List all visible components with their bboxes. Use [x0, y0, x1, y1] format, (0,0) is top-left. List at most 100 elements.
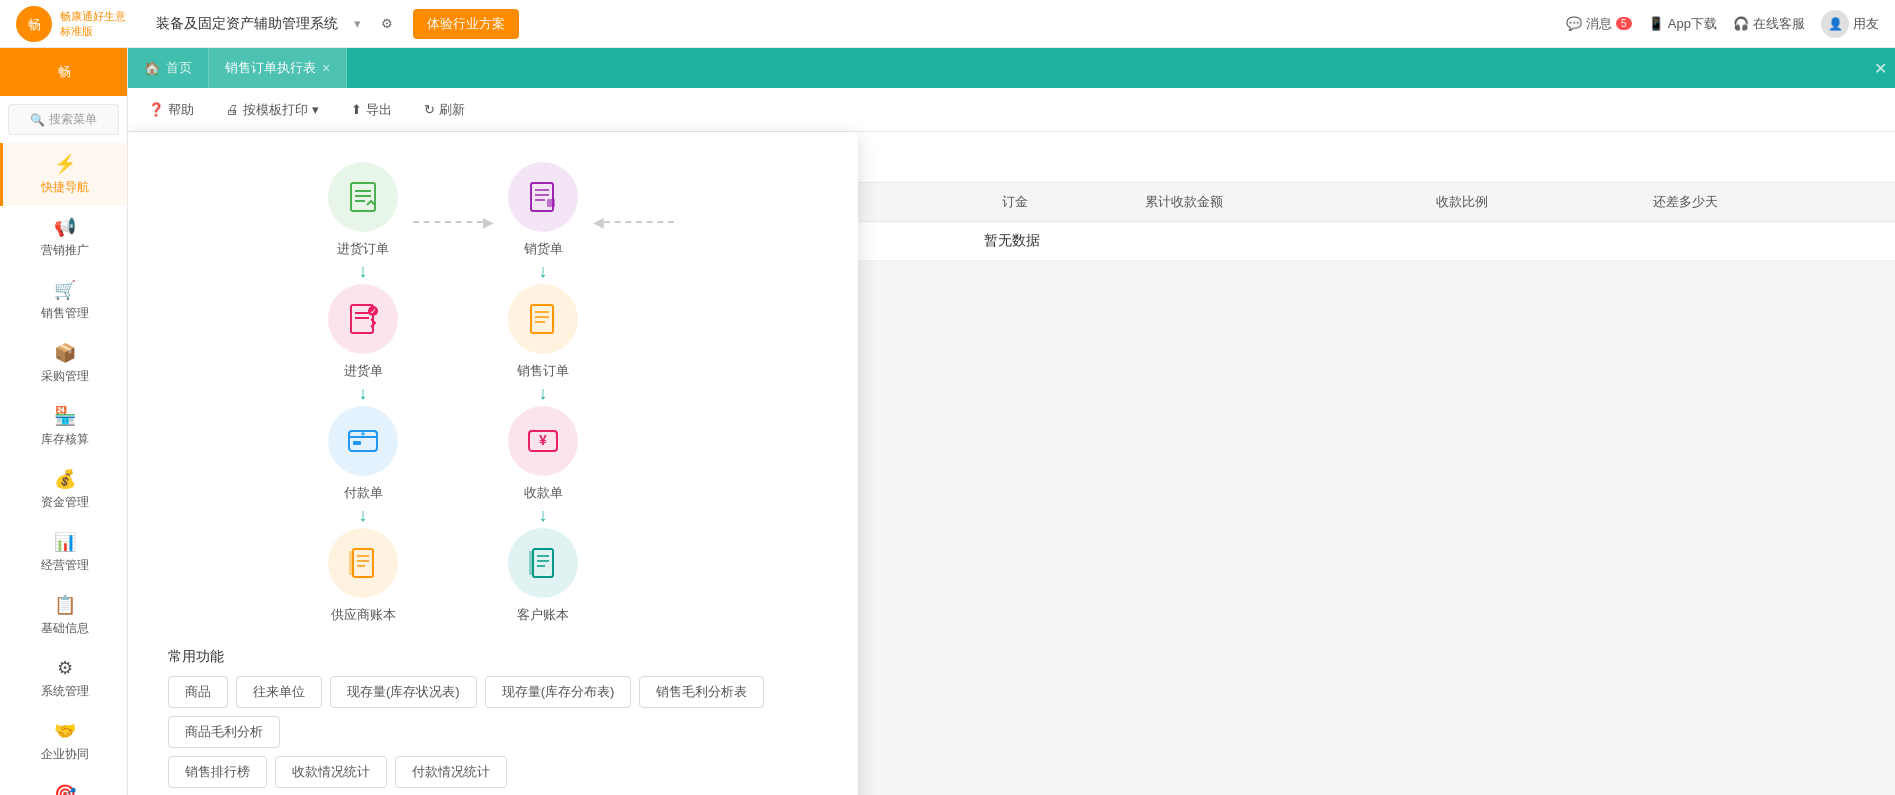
purchase-icon: 📦 [54, 342, 76, 364]
sidebar-item-guide[interactable]: 🎯 新手引导 [0, 773, 127, 795]
experience-button[interactable]: 体验行业方案 [413, 9, 519, 39]
svg-rect-15 [353, 441, 361, 445]
common-functions: 常用功能 商品 往来单位 现存量(库存状况表) 现存量(库存分布表) 销售毛利分… [168, 648, 818, 788]
arrow-down-1: ↓ [359, 262, 368, 280]
purchase-bill-icon[interactable]: ✓ [328, 284, 398, 354]
sidebar-item-quick-nav[interactable]: ⚡ 快捷导航 [0, 143, 127, 206]
func-btn-payment-stats[interactable]: 付款情况统计 [395, 756, 507, 788]
sidebar-item-inventory[interactable]: 🏪 库存核算 [0, 395, 127, 458]
col-total-received: 累计收款金额 [1133, 183, 1424, 222]
logo-area: 畅 畅康通好生意 标准版 [16, 6, 144, 42]
help-button[interactable]: ❓ 帮助 [140, 97, 202, 123]
supplier-ledger-icon[interactable] [328, 528, 398, 598]
phone-icon: 📱 [1648, 16, 1664, 31]
export-button[interactable]: ⬆ 导出 [343, 97, 400, 123]
func-btn-sales-margin[interactable]: 销售毛利分析表 [639, 676, 764, 708]
svg-rect-26 [547, 199, 555, 207]
app-container: 畅 畅康通好生意 标准版 装备及固定资产辅助管理系统 ▾ ⚙ 体验行业方案 💬 … [0, 0, 1895, 795]
common-functions-title: 常用功能 [168, 648, 818, 666]
main-content: ❓ 帮助 🖨 按模板打印 ▾ ⬆ 导出 ↻ 刷新 [128, 88, 1895, 795]
svg-rect-33 [533, 549, 553, 577]
receipt-icon[interactable]: ¥ [508, 406, 578, 476]
svg-rect-37 [529, 551, 533, 575]
sidebar-item-sales[interactable]: 🛒 销售管理 [0, 269, 127, 332]
flow-node-sales-order[interactable]: 销售订单 [493, 284, 593, 380]
svg-text:¥: ¥ [359, 428, 366, 438]
flow-node-payment[interactable]: ¥ 付款单 [313, 406, 413, 502]
flow-node-supplier-ledger[interactable]: 供应商账本 [313, 528, 413, 624]
top-bar-right: 💬 消息 5 📱 App下载 🎧 在线客服 👤 用友 [1566, 10, 1879, 38]
arrow-down-4: ↓ [539, 262, 548, 280]
sidebar-item-system[interactable]: ⚙ 系统管理 [0, 647, 127, 710]
func-btn-sales-ranking[interactable]: 销售排行榜 [168, 756, 267, 788]
func-buttons-row2: 销售排行榜 收款情况统计 付款情况统计 [168, 756, 818, 788]
sales-icon: 🛒 [54, 279, 76, 301]
flow-node-purchase-order[interactable]: 进货订单 [313, 162, 413, 258]
search-menu-button[interactable]: 🔍 搜索菜单 [8, 104, 119, 135]
arrow-down-3: ↓ [359, 506, 368, 524]
func-btn-inventory-status[interactable]: 现存量(库存状况表) [330, 676, 477, 708]
user-avatar: 👤 [1821, 10, 1849, 38]
print-dropdown-icon: ▾ [312, 102, 319, 117]
func-buttons-row1: 商品 往来单位 现存量(库存状况表) 现存量(库存分布表) 销售毛利分析表 商品… [168, 676, 818, 748]
sidebar-item-finance[interactable]: 💰 资金管理 [0, 458, 127, 521]
tab-close-icon[interactable]: × [322, 60, 330, 76]
app-download-item[interactable]: 📱 App下载 [1648, 15, 1717, 33]
func-btn-receipt-stats[interactable]: 收款情况统计 [275, 756, 387, 788]
func-btn-inventory-dist[interactable]: 现存量(库存分布表) [485, 676, 632, 708]
close-all-tabs-icon[interactable]: ✕ [1874, 59, 1887, 78]
sidebar-search: 🔍 搜索菜单 [0, 96, 127, 143]
svg-text:畅: 畅 [57, 64, 70, 79]
sidebar-item-marketing[interactable]: 📢 营销推广 [0, 206, 127, 269]
sales-order-icon[interactable] [508, 284, 578, 354]
sales-bill-icon[interactable] [508, 162, 578, 232]
customer-ledger-icon[interactable] [508, 528, 578, 598]
sidebar-item-operations[interactable]: 📊 经营管理 [0, 521, 127, 584]
sidebar-nav: ⚡ 快捷导航 📢 营销推广 🛒 销售管理 📦 采购管理 🏪 库存核算 [0, 143, 127, 795]
print-icon: 🖨 [226, 102, 239, 117]
col-deposit: 订金 [990, 183, 1133, 222]
sidebar-logo: 畅 [0, 48, 127, 96]
sidebar-item-enterprise[interactable]: 🤝 企业协同 [0, 710, 127, 773]
main-area: 畅 🔍 搜索菜单 ⚡ 快捷导航 📢 营销推广 🛒 [0, 48, 1895, 795]
message-badge: 5 [1616, 17, 1632, 30]
guide-icon: 🎯 [54, 783, 76, 795]
logo-icon: 畅 [16, 6, 52, 42]
arrow-down-2: ↓ [359, 384, 368, 402]
tab-home[interactable]: 🏠 首页 [128, 48, 209, 88]
content-area: 🏠 首页 销售订单执行表 × ✕ ❓ 帮助 [128, 48, 1895, 795]
svg-rect-27 [531, 305, 553, 333]
tab-bar-end: ✕ [1874, 48, 1895, 88]
top-bar-left: 畅 畅康通好生意 标准版 装备及固定资产辅助管理系统 ▾ ⚙ 体验行业方案 [16, 6, 519, 42]
sidebar-item-purchase[interactable]: 📦 采购管理 [0, 332, 127, 395]
sidebar-item-basic[interactable]: 📋 基础信息 [0, 584, 127, 647]
user-item[interactable]: 👤 用友 [1821, 10, 1879, 38]
message-item[interactable]: 💬 消息 5 [1566, 15, 1632, 33]
message-icon: 💬 [1566, 16, 1582, 31]
settings-icon[interactable]: ⚙ [373, 10, 401, 38]
func-btn-partner[interactable]: 往来单位 [236, 676, 322, 708]
flow-node-purchase-bill[interactable]: ✓ 进货单 [313, 284, 413, 380]
enterprise-icon: 🤝 [54, 720, 76, 742]
logo-text: 畅康通好生意 标准版 [60, 9, 126, 38]
func-btn-product[interactable]: 商品 [168, 676, 228, 708]
col-receipt-ratio: 收款比例 [1424, 183, 1641, 222]
flow-node-customer-ledger[interactable]: 客户账本 [493, 528, 593, 624]
col-days-remaining: 还差多少天 [1641, 183, 1895, 222]
search-icon: 🔍 [30, 113, 45, 127]
export-icon: ⬆ [351, 102, 362, 117]
sidebar: 畅 🔍 搜索菜单 ⚡ 快捷导航 📢 营销推广 🛒 [0, 48, 128, 795]
svg-rect-17 [353, 549, 373, 577]
template-print-button[interactable]: 🖨 按模板打印 ▾ [218, 97, 327, 123]
func-btn-product-margin[interactable]: 商品毛利分析 [168, 716, 280, 748]
purchase-order-icon[interactable] [328, 162, 398, 232]
flow-node-receipt[interactable]: ¥ 收款单 [493, 406, 593, 502]
flow-node-sales-bill[interactable]: 销货单 [493, 162, 593, 258]
online-service-item[interactable]: 🎧 在线客服 [1733, 15, 1805, 33]
refresh-button[interactable]: ↻ 刷新 [416, 97, 473, 123]
dropdown-arrow-icon[interactable]: ▾ [354, 16, 361, 31]
inventory-icon: 🏪 [54, 405, 76, 427]
system-icon: ⚙ [57, 657, 73, 679]
payment-icon[interactable]: ¥ [328, 406, 398, 476]
tab-sales-exec[interactable]: 销售订单执行表 × [209, 48, 347, 88]
